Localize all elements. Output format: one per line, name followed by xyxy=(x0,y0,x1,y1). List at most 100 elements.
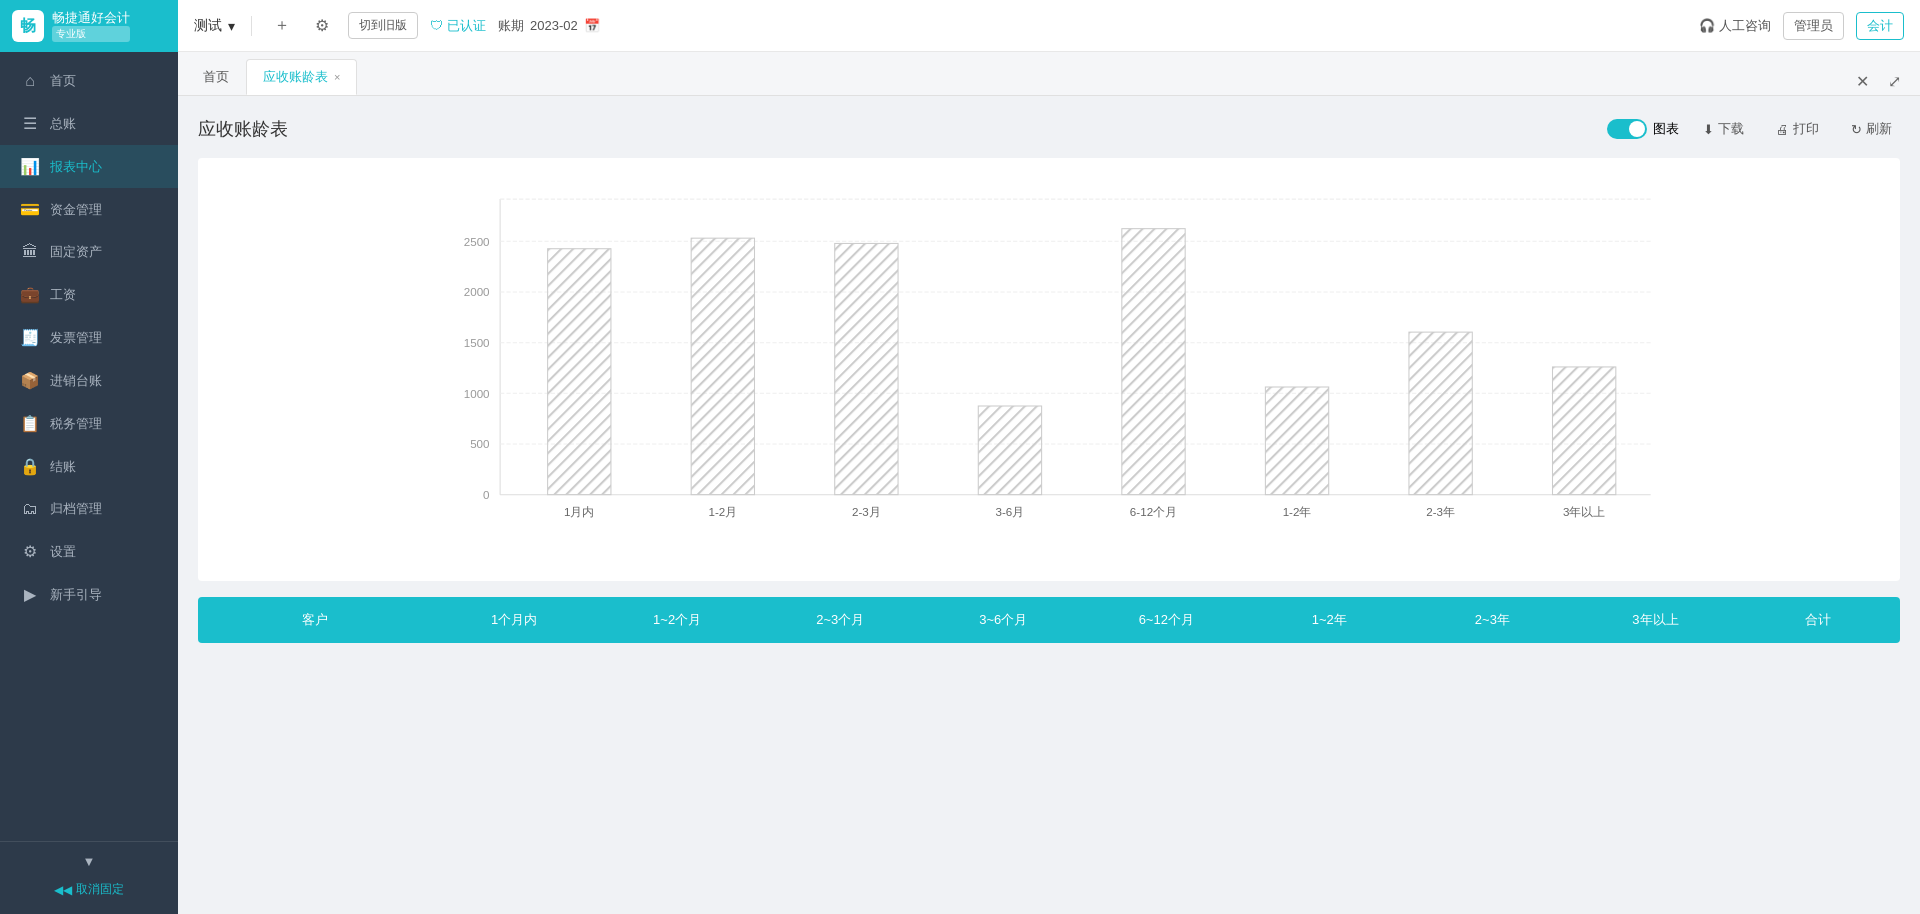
logo-icon: 畅 xyxy=(12,10,44,42)
table-th-客户: 客户 xyxy=(198,597,433,643)
sidebar-label-closing: 结账 xyxy=(50,458,76,476)
sidebar-label-reports: 报表中心 xyxy=(50,158,102,176)
page-actions: 图表 ⬇ 下载 🖨 打印 ↻ 刷新 xyxy=(1607,116,1900,142)
sidebar-label-ledger: 总账 xyxy=(50,115,76,133)
table-th-12: 1~2年 xyxy=(1248,597,1411,643)
consult-btn[interactable]: 🎧 人工咨询 xyxy=(1699,17,1771,35)
print-btn[interactable]: 🖨 打印 xyxy=(1768,116,1827,142)
table-header: 客户1个月内1~2个月2~3个月3~6个月6~12个月1~2年2~3年3年以上合… xyxy=(198,597,1900,643)
ledger-icon: ☰ xyxy=(20,114,40,133)
toggle-thumb xyxy=(1629,121,1645,137)
cancel-fixed-btn[interactable]: ◀◀ 取消固定 xyxy=(0,873,178,906)
download-btn[interactable]: ⬇ 下载 xyxy=(1695,116,1752,142)
sidebar-item-settings[interactable]: ⚙设置 xyxy=(0,530,178,573)
bar-6-12month xyxy=(1122,229,1185,495)
page-title: 应收账龄表 xyxy=(198,117,288,141)
home-tab-label: 首页 xyxy=(203,68,229,86)
sidebar-item-guide[interactable]: ▶ 新手引导 xyxy=(0,573,178,616)
chart-toggle[interactable]: 图表 xyxy=(1607,119,1679,139)
svg-text:2-3年: 2-3年 xyxy=(1426,505,1455,518)
topbar: 测试 ▾ ＋ ⚙ 切到旧版 🛡 已认证 账期 2023-02 📅 🎧 人工咨询 … xyxy=(178,0,1920,52)
sidebar-label-invoice: 发票管理 xyxy=(50,329,102,347)
closing-icon: 🔒 xyxy=(20,457,40,476)
tab-home[interactable]: 首页 xyxy=(186,59,246,95)
invoice-icon: 🧾 xyxy=(20,328,40,347)
certified-badge: 🛡 已认证 xyxy=(430,17,486,35)
svg-text:3年以上: 3年以上 xyxy=(1563,505,1605,518)
settings-btn[interactable]: ⚙ xyxy=(308,12,336,40)
svg-text:1500: 1500 xyxy=(464,336,490,349)
sidebar-item-sales[interactable]: 📦 进销台账 xyxy=(0,359,178,402)
sidebar-item-salary[interactable]: 💼工资 xyxy=(0,273,178,316)
bar-3-6month xyxy=(978,406,1041,495)
company-name: 测试 xyxy=(194,17,222,35)
sidebar-item-reports[interactable]: 📊 报表中心 xyxy=(0,145,178,188)
logo-text-area: 畅捷通好会计 专业版 xyxy=(52,10,130,43)
sales-icon: 📦 xyxy=(20,371,40,390)
table-th-36: 3~6个月 xyxy=(922,597,1085,643)
sidebar-item-assets[interactable]: 🏛固定资产 xyxy=(0,231,178,273)
logo-area: 畅 畅捷通好会计 专业版 xyxy=(0,0,178,52)
table-container: 客户1个月内1~2个月2~3个月3~6个月6~12个月1~2年2~3年3年以上合… xyxy=(198,597,1900,643)
sidebar-item-home[interactable]: ⌂首页 xyxy=(0,60,178,102)
sidebar: 畅 畅捷通好会计 专业版 ⌂首页 ☰ 总账 📊 报表中心 💳 资金管理 🏛固定资产💼工资 🧾 发票… xyxy=(0,0,178,914)
add-company-btn[interactable]: ＋ xyxy=(268,12,296,40)
table-th-合计: 合计 xyxy=(1737,597,1900,643)
sidebar-label-archive: 归档管理 xyxy=(50,500,102,518)
page-content: 应收账龄表 图表 ⬇ 下载 🖨 打印 ↻ 刷新 xyxy=(178,96,1920,914)
sidebar-item-archive[interactable]: 🗂归档管理 xyxy=(0,488,178,530)
sidebar-item-closing[interactable]: 🔒 结账 xyxy=(0,445,178,488)
period-info: 账期 2023-02 📅 xyxy=(498,17,600,35)
switch-version-btn[interactable]: 切到旧版 xyxy=(348,12,418,39)
tax-icon: 📋 xyxy=(20,414,40,433)
sidebar-label-settings: 设置 xyxy=(50,543,76,561)
svg-text:2-3月: 2-3月 xyxy=(852,505,881,518)
table-th-23: 2~3个月 xyxy=(759,597,922,643)
salary-icon: 💼 xyxy=(20,285,40,304)
sidebar-footer: ▼ ◀◀ 取消固定 xyxy=(0,841,178,914)
aging-tab-label: 应收账龄表 xyxy=(263,68,328,86)
refresh-btn[interactable]: ↻ 刷新 xyxy=(1843,116,1900,142)
bar-1month xyxy=(548,249,611,495)
reports-icon: 📊 xyxy=(20,157,40,176)
guide-icon: ▶ xyxy=(20,585,40,604)
calendar-icon[interactable]: 📅 xyxy=(584,18,600,33)
table-th-23: 2~3年 xyxy=(1411,597,1574,643)
tab-close-btn[interactable]: × xyxy=(334,71,340,83)
funds-icon: 💳 xyxy=(20,200,40,219)
tab-aging-report[interactable]: 应收账龄表 × xyxy=(246,59,357,95)
expand-tab-btn[interactable]: ⤢ xyxy=(1880,67,1908,95)
svg-text:1-2月: 1-2月 xyxy=(708,505,737,518)
sidebar-label-guide: 新手引导 xyxy=(50,586,102,604)
sidebar-item-tax[interactable]: 📋税务管理 xyxy=(0,402,178,445)
headset-icon: 🎧 xyxy=(1699,18,1715,33)
sidebar-item-ledger[interactable]: ☰ 总账 xyxy=(0,102,178,145)
toggle-track[interactable] xyxy=(1607,119,1647,139)
period-value: 2023-02 xyxy=(530,18,578,33)
role-btn[interactable]: 会计 xyxy=(1856,12,1904,40)
company-selector[interactable]: 测试 ▾ xyxy=(194,17,235,35)
assets-icon: 🏛 xyxy=(20,243,40,261)
topbar-divider1 xyxy=(251,16,252,36)
close-tab-btn[interactable]: ✕ xyxy=(1848,67,1876,95)
sidebar-item-funds[interactable]: 💳 资金管理 xyxy=(0,188,178,231)
tabbar: 首页 应收账龄表 × ✕ ⤢ xyxy=(178,52,1920,96)
bar-1-2month xyxy=(691,238,754,495)
sidebar-label-sales: 进销台账 xyxy=(50,372,102,390)
topbar-right: 🎧 人工咨询 管理员 会计 xyxy=(1699,12,1904,40)
app-name: 畅捷通好会计 xyxy=(52,10,130,27)
scroll-down-arrow[interactable]: ▼ xyxy=(0,850,178,873)
svg-text:2500: 2500 xyxy=(464,235,490,248)
sidebar-item-invoice[interactable]: 🧾 发票管理 xyxy=(0,316,178,359)
sidebar-label-funds: 资金管理 xyxy=(50,201,102,219)
svg-text:3-6月: 3-6月 xyxy=(996,505,1025,518)
refresh-icon: ↻ xyxy=(1851,122,1862,137)
user-btn[interactable]: 管理员 xyxy=(1783,12,1844,40)
table-th-3: 3年以上 xyxy=(1574,597,1737,643)
tab-actions: ✕ ⤢ xyxy=(1848,67,1920,95)
certified-label: 已认证 xyxy=(447,17,486,35)
sidebar-label-home: 首页 xyxy=(50,72,76,90)
svg-text:0: 0 xyxy=(483,488,489,501)
download-icon: ⬇ xyxy=(1703,122,1714,137)
bar-chart: 0 500 1000 1500 2000 2500 xyxy=(218,178,1880,558)
